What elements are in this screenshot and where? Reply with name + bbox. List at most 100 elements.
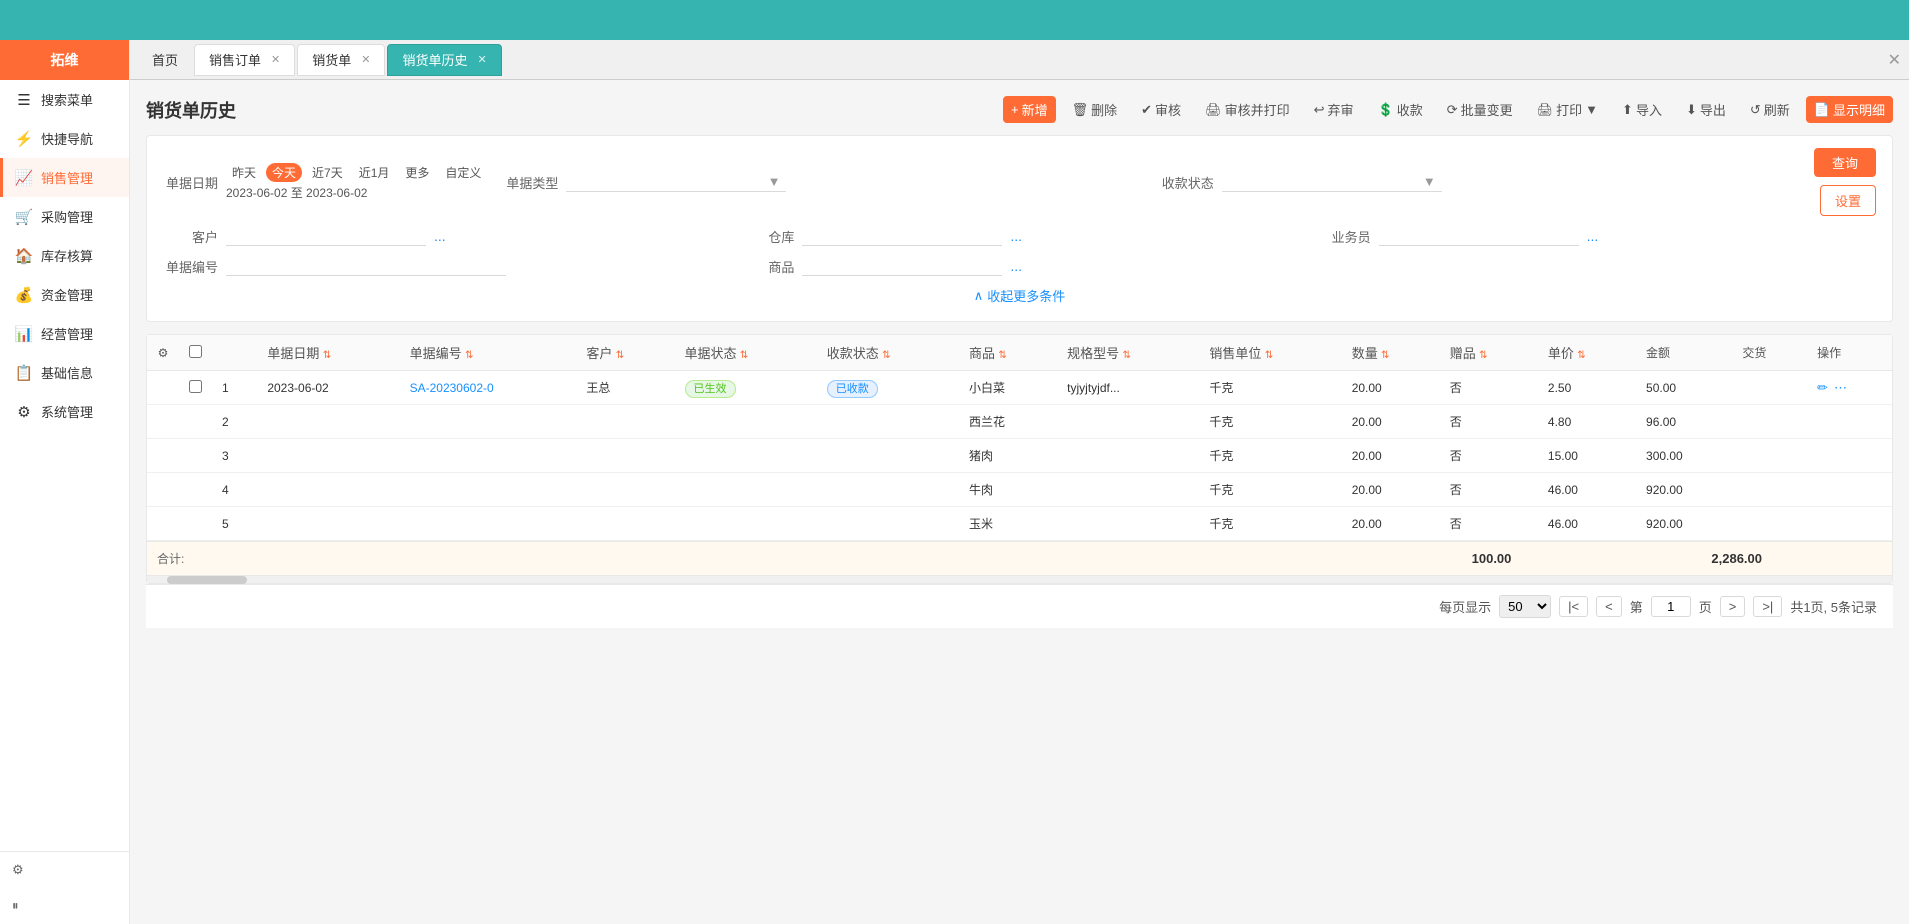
- col-gift[interactable]: 赠品 ⇅: [1440, 335, 1538, 371]
- sidebar-item-label: 系统管理: [41, 402, 93, 421]
- tab-sales-order[interactable]: 销售订单 ✕: [194, 44, 295, 76]
- print-button[interactable]: 🖨 打印 ▼: [1529, 96, 1606, 123]
- audit-button[interactable]: ✔ 审核: [1133, 96, 1189, 123]
- col-price[interactable]: 单价 ⇅: [1538, 335, 1636, 371]
- first-page-btn[interactable]: |<: [1559, 596, 1588, 617]
- gift-sort-icon: ⇅: [1479, 350, 1487, 361]
- row4-gift: 否: [1440, 473, 1538, 507]
- tab-sales-goods[interactable]: 销货单 ✕: [297, 44, 385, 76]
- date-tag-custom[interactable]: 自定义: [439, 163, 487, 182]
- filter-payment-select[interactable]: ▼: [1222, 172, 1442, 192]
- last-page-btn[interactable]: >|: [1753, 596, 1782, 617]
- filter-customer-item: 客户 ...: [163, 226, 723, 246]
- collect-button[interactable]: 💲 收款: [1370, 96, 1431, 123]
- sidebar-item-operations[interactable]: 📊 经营管理: [0, 314, 129, 353]
- sidebar-item-purchase-mgmt[interactable]: 🛒 采购管理: [0, 197, 129, 236]
- tab-sales-history[interactable]: 销货单历史 ✕: [387, 44, 501, 76]
- scrollbar-thumb[interactable]: [167, 576, 247, 584]
- staff-more-icon[interactable]: ...: [1587, 228, 1599, 244]
- export-icon: ⬇: [1686, 102, 1697, 118]
- row1-actions: ✏ ⋯: [1807, 371, 1892, 405]
- abandon-button[interactable]: ↩ 弃审: [1306, 96, 1362, 123]
- sidebar-item-sys-admin[interactable]: ⚙ 系统管理: [0, 392, 129, 431]
- tab-home-label: 首页: [152, 50, 178, 69]
- sidebar-bottom-settings[interactable]: ⚙: [0, 852, 129, 888]
- sidebar-logo: 拓维: [0, 40, 129, 80]
- import-button[interactable]: ⬆ 导入: [1614, 96, 1670, 123]
- page-number-input[interactable]: [1651, 596, 1691, 617]
- row1-gear: [147, 371, 179, 405]
- sidebar-item-search-menu[interactable]: ☰ 搜索菜单: [0, 80, 129, 119]
- scrollbar[interactable]: [147, 575, 1892, 583]
- tab-home[interactable]: 首页: [138, 44, 192, 76]
- col-doc-status[interactable]: 单据状态 ⇅: [675, 335, 817, 371]
- tab-sales-history-close[interactable]: ✕: [478, 53, 487, 66]
- col-goods[interactable]: 商品 ⇅: [959, 335, 1057, 371]
- filter-docno-item: 单据编号: [163, 256, 723, 276]
- filter-panel: 单据日期 昨天 今天 近7天 近1月 更多 自定义 2023-06-02 至 2…: [146, 135, 1893, 322]
- warehouse-more-icon[interactable]: ...: [1010, 228, 1022, 244]
- query-button[interactable]: 查询: [1814, 148, 1876, 177]
- customer-more-icon[interactable]: ...: [434, 228, 446, 244]
- filter-customer-input[interactable]: [226, 226, 426, 246]
- sidebar-item-inventory[interactable]: 🏠 库存核算: [0, 236, 129, 275]
- date-tag-1month[interactable]: 近1月: [353, 163, 396, 182]
- filter-row-2: 客户 ... 仓库 ... 业务员 ...: [163, 226, 1876, 246]
- date-tag-7days[interactable]: 近7天: [306, 163, 349, 182]
- sidebar-item-finance[interactable]: 💰 资金管理: [0, 275, 129, 314]
- tab-bar-close-all[interactable]: ✕: [1888, 50, 1901, 70]
- show-detail-button[interactable]: 📄 显示明细: [1806, 96, 1893, 123]
- tab-bar: 首页 销售订单 ✕ 销货单 ✕ 销货单历史 ✕ ✕: [130, 40, 1909, 80]
- col-qty[interactable]: 数量 ⇅: [1342, 335, 1440, 371]
- date-tag-yesterday[interactable]: 昨天: [226, 163, 262, 182]
- tab-sales-order-close[interactable]: ✕: [271, 53, 280, 66]
- col-spec[interactable]: 规格型号 ⇅: [1057, 335, 1199, 371]
- row5-qty: 20.00: [1342, 507, 1440, 541]
- refresh-button[interactable]: ↺ 刷新: [1742, 96, 1798, 123]
- filter-settings-button[interactable]: 设置: [1820, 185, 1876, 216]
- row1-edit-btn[interactable]: ✏: [1817, 380, 1828, 396]
- per-page-select[interactable]: 50 100 200: [1499, 595, 1551, 618]
- date-tag-today[interactable]: 今天: [266, 163, 302, 182]
- filter-doctype-select[interactable]: ▼: [566, 172, 786, 192]
- sidebar-bottom: ⚙ ⏸: [0, 851, 129, 924]
- date-tags-group: 昨天 今天 近7天 近1月 更多 自定义 2023-06-02 至 2023-0…: [226, 163, 487, 201]
- sidebar-item-sales-mgmt[interactable]: 📈 销售管理: [0, 158, 129, 197]
- row1-more-btn[interactable]: ⋯: [1834, 380, 1847, 396]
- batch-change-button[interactable]: ⟳ 批量变更: [1439, 96, 1521, 123]
- filter-docno-input[interactable]: [226, 256, 506, 276]
- qty-sort-icon: ⇅: [1381, 350, 1389, 361]
- delete-button[interactable]: 🗑 删除: [1064, 96, 1126, 123]
- audit-print-button[interactable]: 🖨 审核并打印: [1197, 96, 1298, 123]
- col-pay-status[interactable]: 收款状态 ⇅: [817, 335, 959, 371]
- row1-doc-no[interactable]: SA-20230602-0: [400, 371, 577, 405]
- prev-page-btn[interactable]: <: [1596, 596, 1622, 617]
- row1-qty: 20.00: [1342, 371, 1440, 405]
- row1-checkbox[interactable]: [189, 380, 202, 393]
- filter-warehouse-input[interactable]: [802, 226, 1002, 246]
- sidebar-item-quick-nav[interactable]: ⚡ 快捷导航: [0, 119, 129, 158]
- row5-gift: 否: [1440, 507, 1538, 541]
- collapse-button[interactable]: ∧ 收起更多条件: [974, 286, 1066, 305]
- col-customer[interactable]: 客户 ⇅: [576, 335, 674, 371]
- select-all-checkbox[interactable]: [189, 345, 202, 358]
- export-button[interactable]: ⬇ 导出: [1678, 96, 1734, 123]
- add-button[interactable]: + 新增: [1003, 96, 1056, 123]
- settings-bottom-icon: ⚙: [12, 862, 24, 878]
- col-unit[interactable]: 销售单位 ⇅: [1199, 335, 1341, 371]
- filter-goods-input[interactable]: [802, 256, 1002, 276]
- col-gear[interactable]: ⚙: [147, 335, 179, 371]
- row3-goods: 猪肉: [959, 439, 1057, 473]
- next-page-btn[interactable]: >: [1720, 596, 1746, 617]
- col-doc-no[interactable]: 单据编号 ⇅: [400, 335, 577, 371]
- sidebar-item-basic-info[interactable]: 📋 基础信息: [0, 353, 129, 392]
- collapse-label: 收起更多条件: [987, 286, 1065, 305]
- filter-staff-input[interactable]: [1379, 226, 1579, 246]
- abandon-icon: ↩: [1314, 102, 1325, 118]
- goods-more-icon[interactable]: ...: [1010, 258, 1022, 274]
- date-tag-more[interactable]: 更多: [399, 163, 435, 182]
- tab-sales-goods-close[interactable]: ✕: [361, 53, 370, 66]
- col-doc-date[interactable]: 单据日期 ⇅: [257, 335, 399, 371]
- row2-gift: 否: [1440, 405, 1538, 439]
- sidebar-bottom-pause[interactable]: ⏸: [0, 888, 129, 924]
